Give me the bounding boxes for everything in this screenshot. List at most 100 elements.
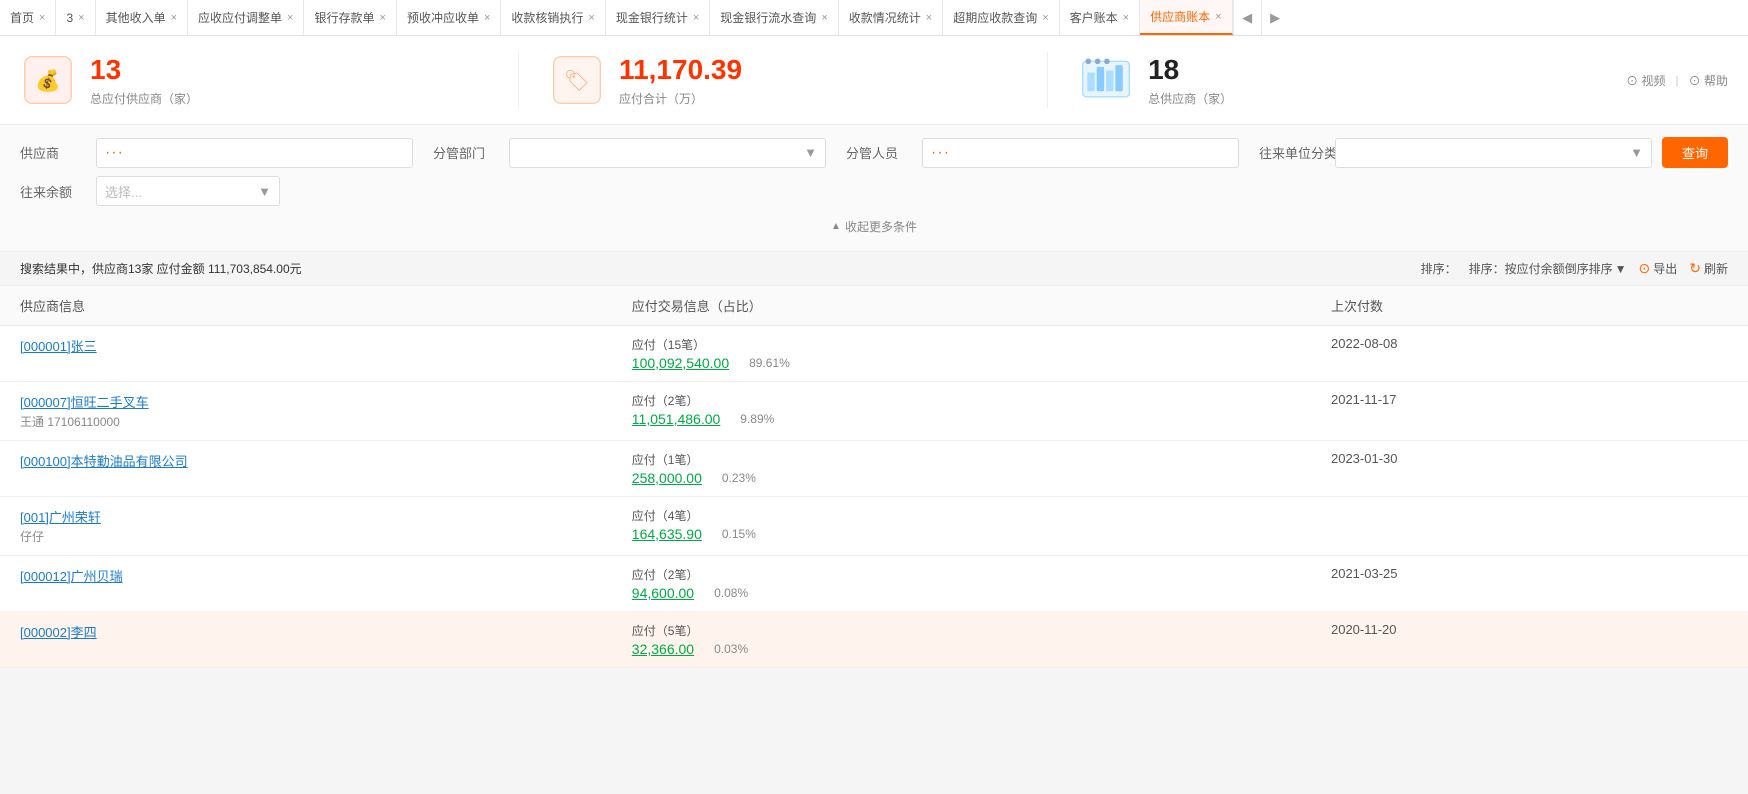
video-link[interactable]: ⊙ 视频 <box>1626 72 1665 89</box>
lastpay-cell: 2020-11-20 <box>1311 612 1748 668</box>
filter-row-2: 往来余额 选择... ▼ <box>20 176 1728 206</box>
amount-link[interactable]: 94,600.00 <box>632 585 694 601</box>
nav-tab-receive-stat-close[interactable]: × <box>926 12 932 24</box>
payable-label: 应付（4笔） <box>632 507 1291 524</box>
table-header: 供应商信息 应付交易信息（占比） 上次付数 <box>0 286 1748 326</box>
nav-tab-customer-ledger-close[interactable]: × <box>1123 12 1129 24</box>
supplier-link[interactable]: [000001]张三 <box>20 339 97 354</box>
supplier-cell: [000100]本特勤油品有限公司 <box>0 441 612 497</box>
col-header-supplier: 供应商信息 <box>0 286 612 326</box>
nav-tab-adjust-close[interactable]: × <box>287 12 293 24</box>
transaction-cell: 应付（4笔） 164,635.90 0.15% <box>612 497 1311 556</box>
unit-category-filter-input[interactable]: ▼ <box>1335 138 1652 168</box>
amount-link[interactable]: 164,635.90 <box>632 526 702 542</box>
nav-tab-bank-deposit-close[interactable]: × <box>380 12 386 24</box>
nav-tab-supplier-ledger[interactable]: 供应商账本 × <box>1140 0 1232 35</box>
filter-supplier: 供应商 ··· <box>20 138 413 168</box>
collapse-button[interactable]: ▲ 收起更多条件 <box>819 214 929 239</box>
nav-arrow-right[interactable]: ▶ <box>1261 0 1289 36</box>
filter-balance: 往来余额 选择... ▼ <box>20 176 280 206</box>
nav-arrow-left[interactable]: ◀ <box>1233 0 1261 36</box>
nav-tab-receive-stat-label: 收款情况统计 <box>849 9 921 26</box>
nav-tab-adjust-label: 应收应付调整单 <box>198 9 282 26</box>
dept-filter-input[interactable]: ▼ <box>509 138 826 168</box>
top-navigation: 首页 × 3 × 其他收入单 × 应收应付调整单 × 银行存款单 × 预收冲应收… <box>0 0 1748 36</box>
unit-category-filter-label: 往来单位分类 <box>1259 143 1329 162</box>
sort-button[interactable]: 排序：按应付余额倒序排序 ▼ <box>1469 260 1627 277</box>
lastpay-date: 2021-03-25 <box>1331 566 1398 581</box>
refresh-button[interactable]: ↻ 刷新 <box>1689 260 1728 277</box>
collapse-arrow-icon: ▲ <box>831 221 841 232</box>
stat-payable-amount: 🏷 11,170.39 应付合计（万） <box>549 52 1048 108</box>
supplier-filter-input[interactable]: ··· <box>96 138 413 168</box>
nav-tab-receive-stat[interactable]: 收款情况统计 × <box>839 0 943 35</box>
supplier-link[interactable]: [000007]恒旺二手叉车 <box>20 395 149 410</box>
export-button[interactable]: ⊙ 导出 <box>1639 260 1678 277</box>
person-filter-input[interactable]: ··· <box>922 138 1239 168</box>
nav-tab-other-income-close[interactable]: × <box>171 12 177 24</box>
percent-text: 89.61% <box>749 356 790 370</box>
nav-tab-cash-bank-query-close[interactable]: × <box>821 12 827 24</box>
nav-tab-cash-bank-stat-close[interactable]: × <box>693 12 699 24</box>
nav-tab-bank-deposit[interactable]: 银行存款单 × <box>304 0 396 35</box>
supplier-sub-info: 王通 17106110000 <box>20 413 592 430</box>
svg-text:🏷: 🏷 <box>564 69 590 92</box>
nav-tab-3[interactable]: 3 × <box>56 0 95 35</box>
supplier-filter-dots: ··· <box>105 144 124 162</box>
person-filter-dots: ··· <box>931 144 950 162</box>
balance-filter-placeholder: 选择... <box>105 182 142 201</box>
col-header-lastpay: 上次付数 <box>1311 286 1748 326</box>
payable-amount-number: 11,170.39 <box>619 53 742 87</box>
nav-tab-other-income-label: 其他收入单 <box>106 9 166 26</box>
nav-tab-overdue-query[interactable]: 超期应收款查询 × <box>943 0 1059 35</box>
refresh-icon: ↻ <box>1689 260 1701 277</box>
nav-tab-supplier-ledger-label: 供应商账本 <box>1150 8 1210 25</box>
nav-tab-cash-bank-query[interactable]: 现金银行流水查询 × <box>710 0 838 35</box>
search-button[interactable]: 查询 <box>1662 137 1728 168</box>
amount-link[interactable]: 258,000.00 <box>632 470 702 486</box>
nav-tab-supplier-ledger-close[interactable]: × <box>1215 11 1221 23</box>
supplier-cell: [000001]张三 <box>0 326 612 382</box>
sort-label: 排序： <box>1421 260 1457 277</box>
total-suppliers-label: 总供应商（家） <box>1148 90 1232 107</box>
help-link[interactable]: ⊙ 帮助 <box>1689 72 1728 89</box>
supplier-cell: [001]广州荣轩 仔仔 <box>0 497 612 556</box>
nav-tab-customer-ledger[interactable]: 客户账本 × <box>1060 0 1140 35</box>
transaction-cell: 应付（2笔） 11,051,486.00 9.89% <box>612 382 1311 441</box>
nav-tab-adjust[interactable]: 应收应付调整单 × <box>188 0 304 35</box>
amount-link[interactable]: 32,366.00 <box>632 641 694 657</box>
nav-tab-3-close[interactable]: × <box>78 12 84 24</box>
nav-tab-receive-verify[interactable]: 收款核销执行 × <box>501 0 605 35</box>
filter-row-1: 供应商 ··· 分管部门 ▼ 分管人员 ··· 往来单位分类 <box>20 137 1728 168</box>
total-suppliers-icon <box>1078 52 1134 108</box>
supplier-link[interactable]: [000100]本特勤油品有限公司 <box>20 454 188 469</box>
nav-tab-pre-receive-close[interactable]: × <box>484 12 490 24</box>
results-summary-text: 搜索结果中，供应商13家 应付金额 111,703,854.00元 <box>20 262 302 276</box>
unit-category-filter-arrow: ▼ <box>1630 145 1643 160</box>
col-header-transaction: 应付交易信息（占比） <box>612 286 1311 326</box>
payable-amount-icon: 🏷 <box>549 52 605 108</box>
nav-tab-overdue-query-close[interactable]: × <box>1042 12 1048 24</box>
nav-tab-home[interactable]: 首页 × <box>0 0 56 35</box>
nav-tab-other-income[interactable]: 其他收入单 × <box>96 0 188 35</box>
balance-filter-input[interactable]: 选择... ▼ <box>96 176 280 206</box>
lastpay-date: 2022-08-08 <box>1331 336 1398 351</box>
payable-suppliers-number: 13 <box>90 53 198 87</box>
amount-link[interactable]: 100,092,540.00 <box>632 355 729 371</box>
filter-dept: 分管部门 ▼ <box>433 138 826 168</box>
nav-tab-pre-receive[interactable]: 预收冲应收单 × <box>397 0 501 35</box>
sort-button-label: 排序：按应付余额倒序排序 <box>1469 260 1613 277</box>
refresh-label: 刷新 <box>1704 260 1728 277</box>
nav-tab-home-close[interactable]: × <box>39 12 45 24</box>
amount-link[interactable]: 11,051,486.00 <box>632 411 721 427</box>
supplier-link[interactable]: [001]广州荣轩 <box>20 510 101 525</box>
supplier-link[interactable]: [000002]李四 <box>20 625 97 640</box>
table-body: [000001]张三 应付（15笔） 100,092,540.00 89.61%… <box>0 326 1748 668</box>
export-icon: ⊙ <box>1639 260 1651 277</box>
lastpay-cell: 2023-01-30 <box>1311 441 1748 497</box>
lastpay-date: 2021-11-17 <box>1331 392 1397 407</box>
supplier-link[interactable]: [000012]广州贝瑞 <box>20 569 123 584</box>
nav-tab-receive-verify-close[interactable]: × <box>588 12 594 24</box>
nav-tab-cash-bank-stat[interactable]: 现金银行统计 × <box>606 0 710 35</box>
stats-bar: 💰 13 总应付供应商（家） 🏷 11,170.39 应付合计（万） <box>0 36 1748 125</box>
